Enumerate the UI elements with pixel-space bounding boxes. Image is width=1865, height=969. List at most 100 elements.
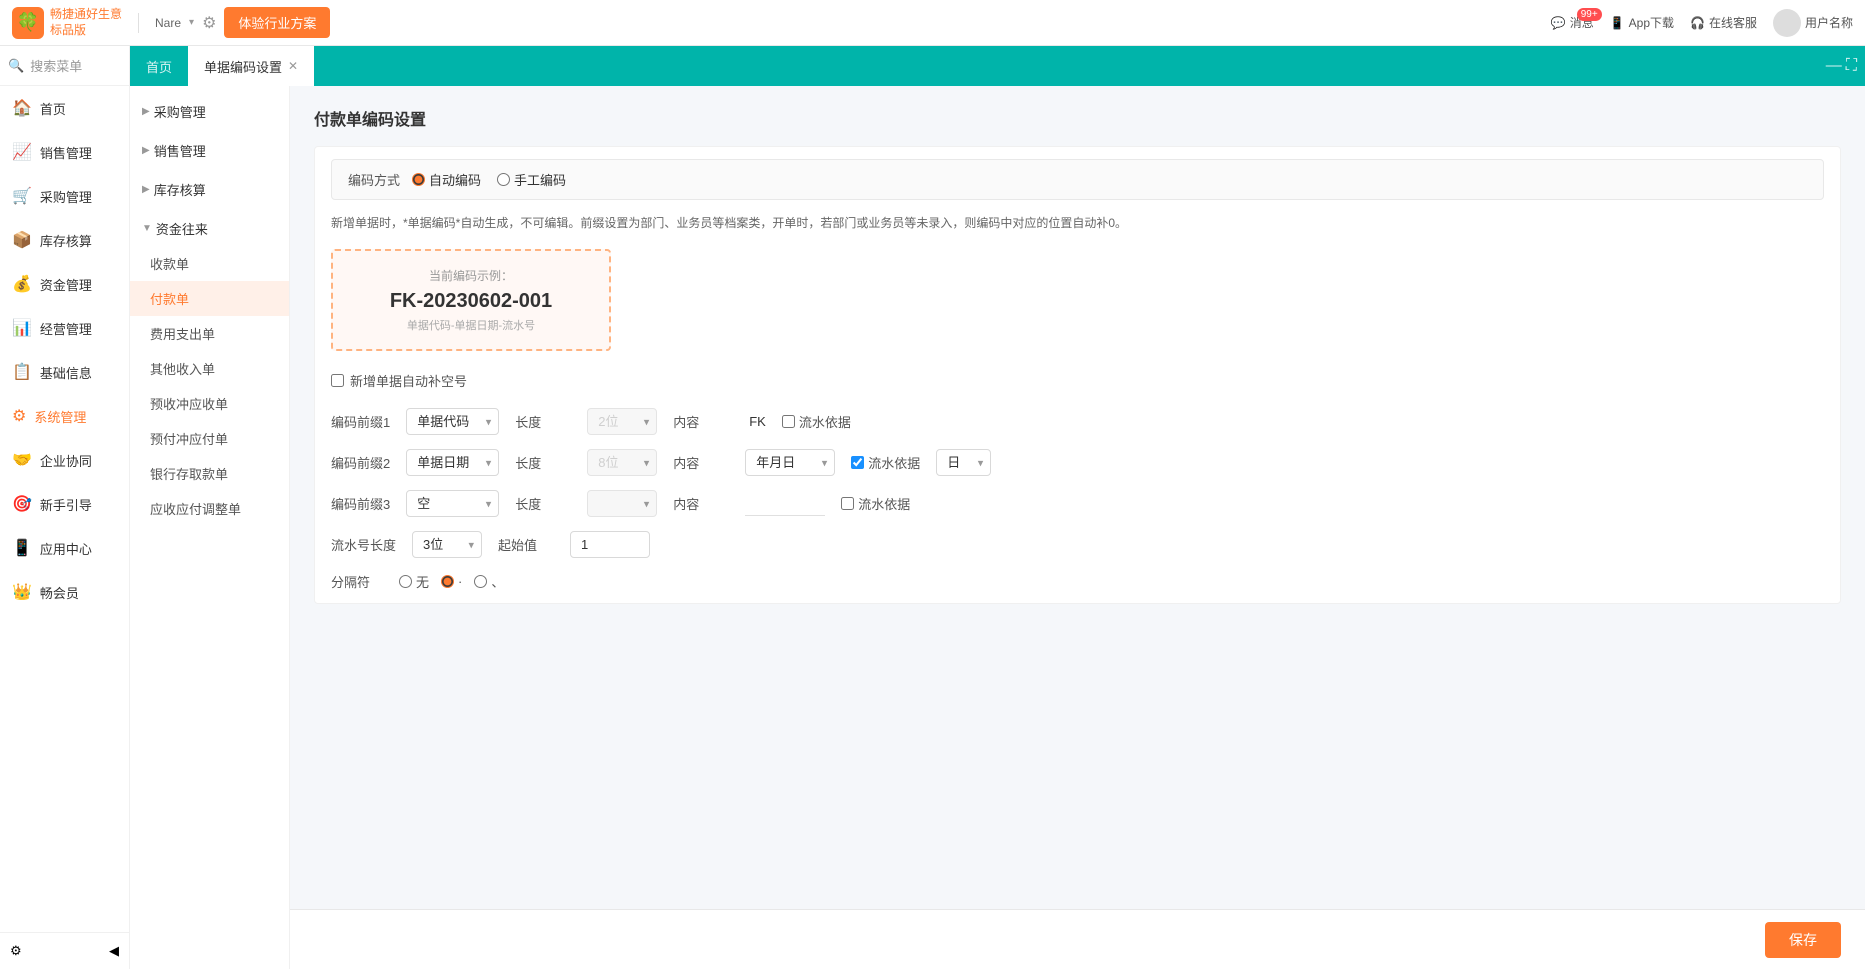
tab-home-label: 首页 (146, 57, 172, 76)
system-icon: ⚙ (12, 406, 26, 426)
prefix2-content-wrapper: 年月日 年月 年 (745, 449, 835, 476)
encoding-radio-group: 自动编码 手工编码 (412, 170, 566, 189)
sidebar-item-appcenter[interactable]: 📱 应用中心 (0, 526, 129, 570)
manual-encode-option[interactable]: 手工编码 (497, 170, 566, 189)
prefix2-label: 编码前缀2 (331, 453, 390, 472)
prefix2-length-select[interactable]: 8位 (587, 449, 657, 476)
search-icon: 🔍 (8, 58, 24, 74)
messages-item[interactable]: 💬 消息 99+ (1551, 14, 1594, 31)
prefix1-length-label: 长度 (515, 412, 571, 431)
user-item[interactable]: 用户名称 (1773, 9, 1853, 37)
sub-group-purchase-label: 采购管理 (154, 102, 206, 121)
member-icon: 👑 (12, 582, 32, 602)
top-bar: 🍀 畅捷通好生意 标品版 Nare ▾ ⚙ 体验行业方案 💬 消息 99+ 📱 … (0, 0, 1865, 46)
sidebar-item-member[interactable]: 👑 畅会员 (0, 570, 129, 614)
prefix2-day-select[interactable]: 日 周 月 (936, 449, 991, 476)
separator-none-option[interactable]: 无 (399, 572, 429, 591)
prefix3-length-select[interactable] (587, 490, 657, 517)
encoding-method-label: 编码方式 (348, 170, 400, 189)
tab-minimize-icon[interactable]: — (1826, 57, 1842, 75)
separator-none-label: 无 (416, 572, 429, 591)
prefix2-select[interactable]: 单据日期 部门 业务员 空 (406, 449, 499, 476)
tab-home[interactable]: 首页 (130, 46, 188, 86)
sub-item-payable-adj[interactable]: 应收应付调整单 (130, 491, 289, 526)
chevron-right-icon-3: ▶ (142, 184, 150, 195)
prefix1-stream-checkbox[interactable] (782, 415, 795, 428)
sidebar-search[interactable]: 🔍 搜索菜单 (0, 46, 129, 86)
sub-item-prepay-payable[interactable]: 预付冲应付单 (130, 421, 289, 456)
auto-encode-option[interactable]: 自动编码 (412, 170, 481, 189)
sidebar-item-inventory[interactable]: 📦 库存核算 (0, 218, 129, 262)
separator-dot-option[interactable]: · (441, 574, 462, 589)
manual-encode-radio[interactable] (497, 173, 510, 186)
sidebar-item-label-system: 系统管理 (34, 407, 86, 426)
sub-item-expense[interactable]: 费用支出单 (130, 316, 289, 351)
sub-item-prepay-receivable[interactable]: 预收冲应收单 (130, 386, 289, 421)
tab-maximize-icon[interactable]: ⛶ (1846, 57, 1857, 75)
prefix2-content-select[interactable]: 年月日 年月 年 (745, 449, 835, 476)
message-icon: 💬 (1551, 16, 1566, 30)
separator-dot-radio[interactable] (441, 575, 454, 588)
sidebar-item-operation[interactable]: 📊 经营管理 (0, 306, 129, 350)
tab-close-icon[interactable]: ✕ (288, 59, 298, 73)
serial-start-input[interactable] (570, 531, 650, 558)
prefix2-stream-checkbox[interactable] (851, 456, 864, 469)
prefix3-select-wrapper: 空 单据代码 部门 业务员 (406, 490, 499, 517)
sub-group-capital-title[interactable]: ▼ 资金往来 (130, 211, 289, 246)
serial-length-select[interactable]: 3位 4位 5位 6位 (412, 531, 482, 558)
sidebar-item-guide[interactable]: 🎯 新手引导 (0, 482, 129, 526)
sub-item-payment[interactable]: 付款单 (130, 281, 289, 316)
tab-encoding[interactable]: 单据编码设置 ✕ (188, 46, 314, 86)
prefix1-stream-wrapper: 流水依据 (782, 412, 851, 431)
prefix3-content-label: 内容 (673, 494, 729, 513)
messages-badge: 99+ (1577, 8, 1602, 21)
online-service-item[interactable]: 🎧 在线客服 (1690, 14, 1757, 31)
save-button[interactable]: 保存 (1765, 922, 1841, 958)
sidebar-item-sales[interactable]: 📈 销售管理 (0, 130, 129, 174)
company-dropdown-arrow[interactable]: ▾ (189, 17, 194, 28)
trial-button[interactable]: 体验行业方案 (224, 7, 330, 38)
prefix3-select[interactable]: 空 单据代码 部门 业务员 (406, 490, 499, 517)
serial-length-label: 流水号长度 (331, 535, 396, 554)
sidebar-item-enterprise[interactable]: 🤝 企业协同 (0, 438, 129, 482)
prefix1-select[interactable]: 单据代码 部门 业务员 空 (406, 408, 499, 435)
prefix2-stream-label: 流水依据 (868, 453, 920, 472)
sub-group-stock-title[interactable]: ▶ 库存核算 (130, 172, 289, 207)
sidebar-item-capital[interactable]: 💰 资金管理 (0, 262, 129, 306)
sub-item-bank-deposit[interactable]: 银行存取款单 (130, 456, 289, 491)
sub-group-sales-title[interactable]: ▶ 销售管理 (130, 133, 289, 168)
auto-encode-label: 自动编码 (429, 170, 481, 189)
sidebar-item-purchase[interactable]: 🛒 采购管理 (0, 174, 129, 218)
prefix3-stream-checkbox[interactable] (841, 497, 854, 510)
preview-desc: 单据代码-单据日期-流水号 (357, 317, 585, 333)
sub-group-capital-label: 资金往来 (156, 219, 208, 238)
sidebar-bottom: ⚙ ◀ (0, 932, 129, 969)
separator-dash-option[interactable]: 、 (474, 572, 504, 591)
prefix1-row: 编码前缀1 单据代码 部门 业务员 空 长度 (331, 408, 1824, 435)
auto-encode-radio[interactable] (412, 173, 425, 186)
sub-group-capital: ▼ 资金往来 收款单 付款单 费用支出单 其他收入单 预收冲应收单 预付冲应付单… (130, 211, 289, 526)
prefix1-length-select[interactable]: 2位 (587, 408, 657, 435)
sidebar-item-label-appcenter: 应用中心 (40, 539, 92, 558)
separator-dash-radio[interactable] (474, 575, 487, 588)
prefix3-content-input[interactable] (745, 492, 825, 516)
sub-group-purchase: ▶ 采购管理 (130, 94, 289, 129)
appcenter-icon: 📱 (12, 538, 32, 558)
sidebar-collapse-icon[interactable]: ◀ (109, 943, 119, 959)
top-bar-right: 💬 消息 99+ 📱 App下载 🎧 在线客服 用户名称 (1551, 9, 1853, 37)
info-text: 新增单据时，*单据编码*自动生成，不可编辑。前缀设置为部门、业务员等档案类，开单… (331, 214, 1824, 233)
sub-item-receipt[interactable]: 收款单 (130, 246, 289, 281)
encoding-method-section: 编码方式 自动编码 手工编码 (314, 146, 1841, 604)
sub-group-purchase-title[interactable]: ▶ 采购管理 (130, 94, 289, 129)
sidebar-item-home[interactable]: 🏠 首页 (0, 86, 129, 130)
sidebar-item-basic[interactable]: 📋 基础信息 (0, 350, 129, 394)
sidebar-settings-icon[interactable]: ⚙ (10, 943, 22, 959)
app-download-item[interactable]: 📱 App下载 (1610, 14, 1674, 31)
sidebar: 🔍 搜索菜单 🏠 首页 📈 销售管理 🛒 采购管理 📦 库存核算 💰 资金管理 … (0, 46, 130, 969)
auto-fill-row: 新增单据自动补空号 (331, 371, 1824, 390)
sub-item-other-income[interactable]: 其他收入单 (130, 351, 289, 386)
sidebar-item-system[interactable]: ⚙ 系统管理 (0, 394, 129, 438)
auto-fill-checkbox[interactable] (331, 374, 344, 387)
settings-icon[interactable]: ⚙ (202, 13, 216, 33)
separator-none-radio[interactable] (399, 575, 412, 588)
